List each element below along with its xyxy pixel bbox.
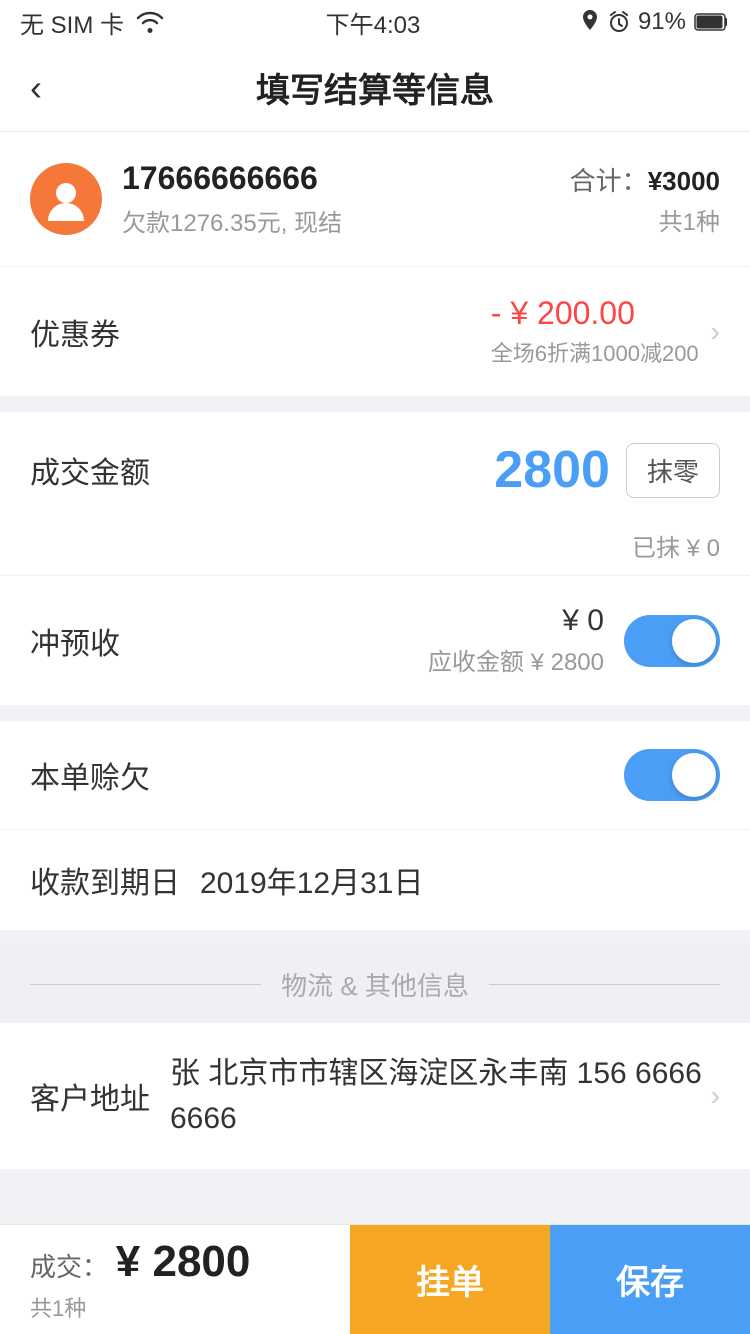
pre-amount: ¥ 0 bbox=[428, 604, 604, 638]
coupon-chevron-icon: › bbox=[711, 316, 720, 348]
pre-receive-toggle[interactable] bbox=[624, 615, 720, 667]
user-info: 17666666666 欠款1276.35元, 现结 bbox=[122, 160, 342, 238]
deal-amount: 2800 bbox=[494, 440, 610, 500]
user-left: 17666666666 欠款1276.35元, 现结 bbox=[30, 160, 342, 238]
status-bar: 无 SIM 卡 下午4:03 91% bbox=[0, 0, 750, 44]
bottom-deal-label: 成交： bbox=[30, 1252, 108, 1282]
deal-card: 成交金额 2800 抹零 已抹 ¥ 0 冲预收 ¥ 0 应收金额 ¥ 2800 bbox=[0, 412, 750, 705]
deal-label: 成交金额 bbox=[30, 448, 150, 492]
battery-icon bbox=[694, 12, 730, 32]
status-right: 91% bbox=[580, 8, 730, 36]
back-button[interactable]: ‹ bbox=[30, 70, 42, 106]
coupon-row[interactable]: 优惠券 - ¥ 200.00 全场6折满1000减200 › bbox=[0, 266, 750, 396]
user-row: 17666666666 欠款1276.35元, 现结 合计：¥3000 共1种 bbox=[0, 132, 750, 266]
total-count: 共1种 bbox=[570, 202, 720, 237]
round-button[interactable]: 抹零 bbox=[626, 443, 720, 498]
credit-label: 本单赊欠 bbox=[30, 753, 150, 797]
due-date-label: 收款到期日 bbox=[30, 858, 180, 902]
user-coupon-card: 17666666666 欠款1276.35元, 现结 合计：¥3000 共1种 … bbox=[0, 132, 750, 396]
coupon-desc: 全场6折满1000减200 bbox=[491, 336, 699, 368]
time-text: 下午4:03 bbox=[326, 5, 421, 40]
coupon-label: 优惠券 bbox=[30, 310, 120, 354]
total-label: 合计：¥3000 bbox=[570, 161, 720, 198]
logistics-line-left bbox=[30, 984, 261, 985]
pre-receive-label: 冲预收 bbox=[30, 619, 120, 663]
status-left: 无 SIM 卡 bbox=[20, 5, 166, 40]
user-sub: 欠款1276.35元, 现结 bbox=[122, 203, 342, 238]
coupon-discount: - ¥ 200.00 bbox=[491, 295, 699, 332]
content: 17666666666 欠款1276.35元, 现结 合计：¥3000 共1种 … bbox=[0, 132, 750, 1289]
carrier-text: 无 SIM 卡 bbox=[20, 5, 124, 40]
credit-row: 本单赊欠 bbox=[0, 721, 750, 829]
address-label: 客户地址 bbox=[30, 1074, 150, 1118]
user-avatar-icon bbox=[44, 177, 88, 221]
pre-receive-row: 冲预收 ¥ 0 应收金额 ¥ 2800 bbox=[0, 575, 750, 705]
nav-bar: ‹ 填写结算等信息 bbox=[0, 44, 750, 132]
logistics-sep: 物流 & 其他信息 bbox=[0, 946, 750, 1023]
due-date-row: 收款到期日 2019年12月31日 bbox=[0, 829, 750, 930]
wifi-icon bbox=[134, 10, 166, 34]
pre-amount-block: ¥ 0 应收金额 ¥ 2800 bbox=[428, 604, 604, 677]
save-button[interactable]: 保存 bbox=[550, 1225, 750, 1334]
address-row[interactable]: 客户地址 张 北京市市辖区海淀区永丰南 156 6666 6666 › bbox=[0, 1023, 750, 1169]
coupon-right: - ¥ 200.00 全场6折满1000减200 › bbox=[491, 295, 720, 368]
logistics-label: 物流 & 其他信息 bbox=[281, 966, 469, 1003]
credit-toggle[interactable] bbox=[624, 749, 720, 801]
due-date-value: 2019年12月31日 bbox=[200, 858, 423, 902]
logistics-line-right bbox=[489, 984, 720, 985]
user-total: 合计：¥3000 共1种 bbox=[570, 161, 720, 237]
battery-text: 91% bbox=[638, 8, 686, 36]
pre-receive-right: ¥ 0 应收金额 ¥ 2800 bbox=[428, 604, 720, 677]
user-phone: 17666666666 bbox=[122, 160, 342, 197]
bottom-amount: ¥ 2800 bbox=[116, 1237, 251, 1286]
bottom-info: 成交： ¥ 2800 共1种 bbox=[0, 1225, 350, 1334]
deal-right: 2800 抹零 bbox=[494, 440, 720, 500]
credit-card: 本单赊欠 收款到期日 2019年12月31日 bbox=[0, 721, 750, 930]
page-title: 填写结算等信息 bbox=[256, 63, 494, 112]
address-value: 张 北京市市辖区海淀区永丰南 156 6666 6666 bbox=[170, 1051, 711, 1141]
pre-sub: 应收金额 ¥ 2800 bbox=[428, 642, 604, 677]
bottom-deal-row: 成交： ¥ 2800 bbox=[30, 1237, 320, 1287]
alarm-icon bbox=[608, 10, 630, 34]
bottom-bar: 成交： ¥ 2800 共1种 挂单 保存 bbox=[0, 1224, 750, 1334]
avatar bbox=[30, 163, 102, 235]
address-chevron-icon: › bbox=[711, 1080, 720, 1112]
bottom-count: 共1种 bbox=[30, 1291, 320, 1323]
deal-row: 成交金额 2800 抹零 bbox=[0, 412, 750, 528]
deal-sub: 已抹 ¥ 0 bbox=[0, 528, 750, 575]
hold-button[interactable]: 挂单 bbox=[350, 1225, 550, 1334]
location-icon bbox=[580, 10, 600, 34]
